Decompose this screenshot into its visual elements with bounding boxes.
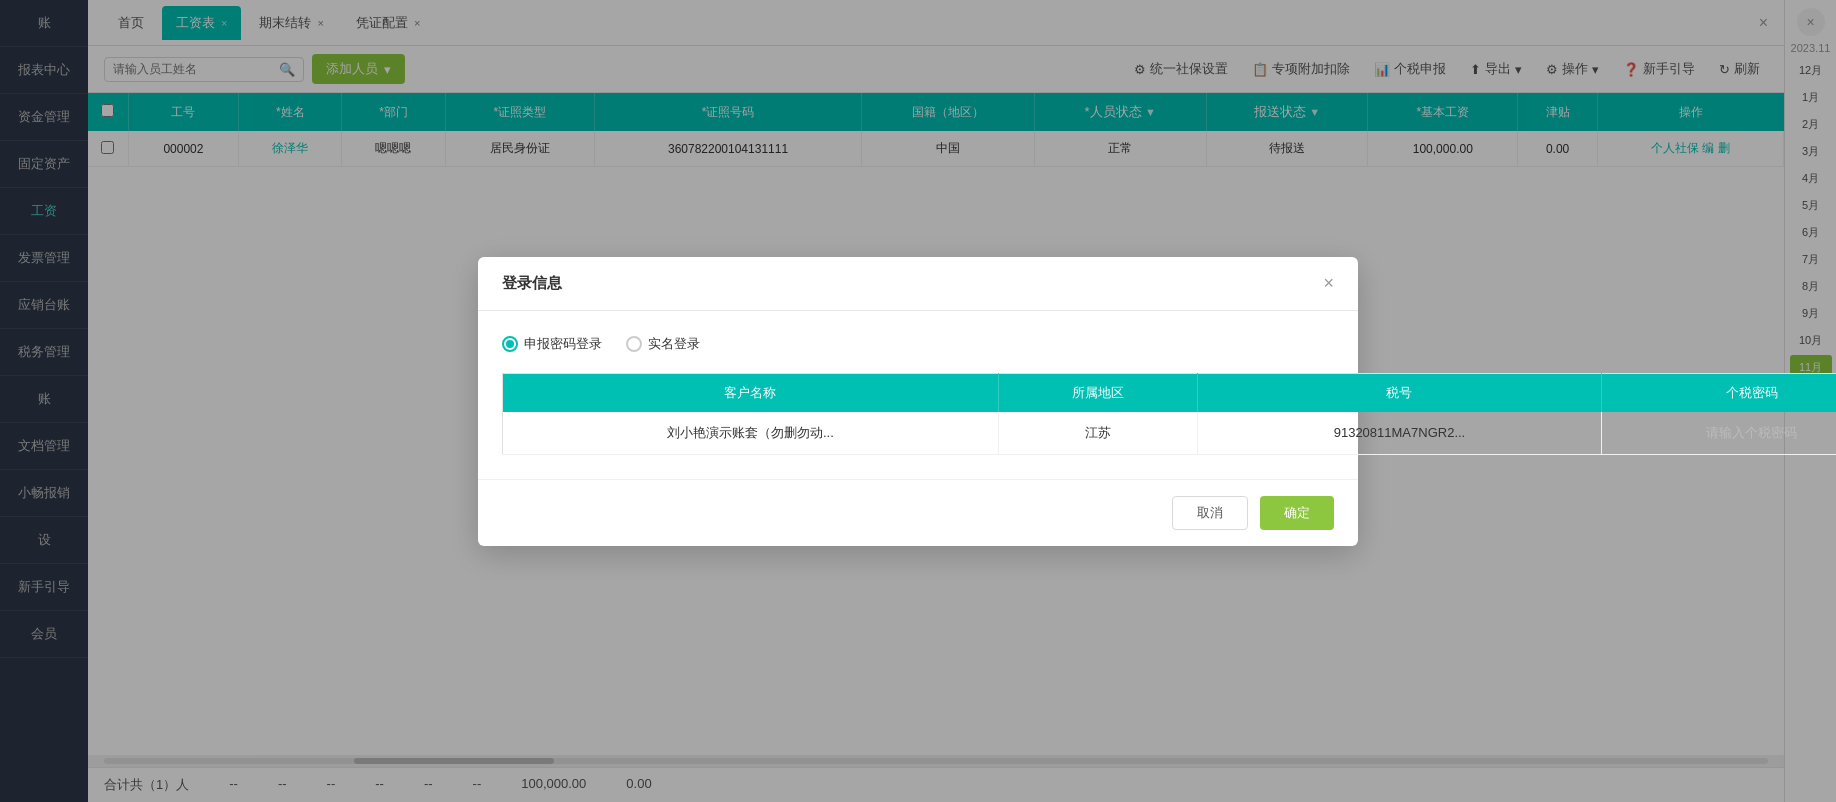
modal-col-password: 个税密码 xyxy=(1602,373,1836,412)
modal-table-row: 刘小艳演示账套（勿删勿动... 江苏 91320811MA7NGR2... 请输… xyxy=(503,412,1837,455)
client-table: 客户名称 所属地区 税号 个税密码 刘小艳演示账套（勿删勿动... 江苏 913… xyxy=(502,373,1836,455)
modal-cell-password-input[interactable]: 请输入个税密码 xyxy=(1602,412,1836,455)
radio-dot-realname xyxy=(626,336,642,352)
modal-cell-tax-no: 91320811MA7NGR2... xyxy=(1197,412,1602,455)
cancel-button[interactable]: 取消 xyxy=(1172,496,1248,530)
modal-col-client: 客户名称 xyxy=(503,373,999,412)
modal-title: 登录信息 xyxy=(502,274,562,293)
radio-password-login[interactable]: 申报密码登录 xyxy=(502,335,602,353)
modal-footer: 取消 确定 xyxy=(478,479,1358,546)
modal-header: 登录信息 × xyxy=(478,257,1358,311)
modal-body: 申报密码登录 实名登录 客户名称 所属地区 税号 个税密码 xyxy=(478,311,1358,479)
login-type-radio-group: 申报密码登录 实名登录 xyxy=(502,335,1334,353)
login-info-modal: 登录信息 × 申报密码登录 实名登录 客户名称 所属地区 xyxy=(478,257,1358,546)
modal-col-tax-no: 税号 xyxy=(1197,373,1602,412)
modal-cell-client: 刘小艳演示账套（勿删勿动... xyxy=(503,412,999,455)
modal-col-region: 所属地区 xyxy=(998,373,1197,412)
modal-cell-region: 江苏 xyxy=(998,412,1197,455)
modal-close-button[interactable]: × xyxy=(1323,273,1334,294)
modal-overlay: 登录信息 × 申报密码登录 实名登录 客户名称 所属地区 xyxy=(0,0,1836,802)
confirm-button[interactable]: 确定 xyxy=(1260,496,1334,530)
radio-realname-login[interactable]: 实名登录 xyxy=(626,335,700,353)
radio-dot-password xyxy=(502,336,518,352)
